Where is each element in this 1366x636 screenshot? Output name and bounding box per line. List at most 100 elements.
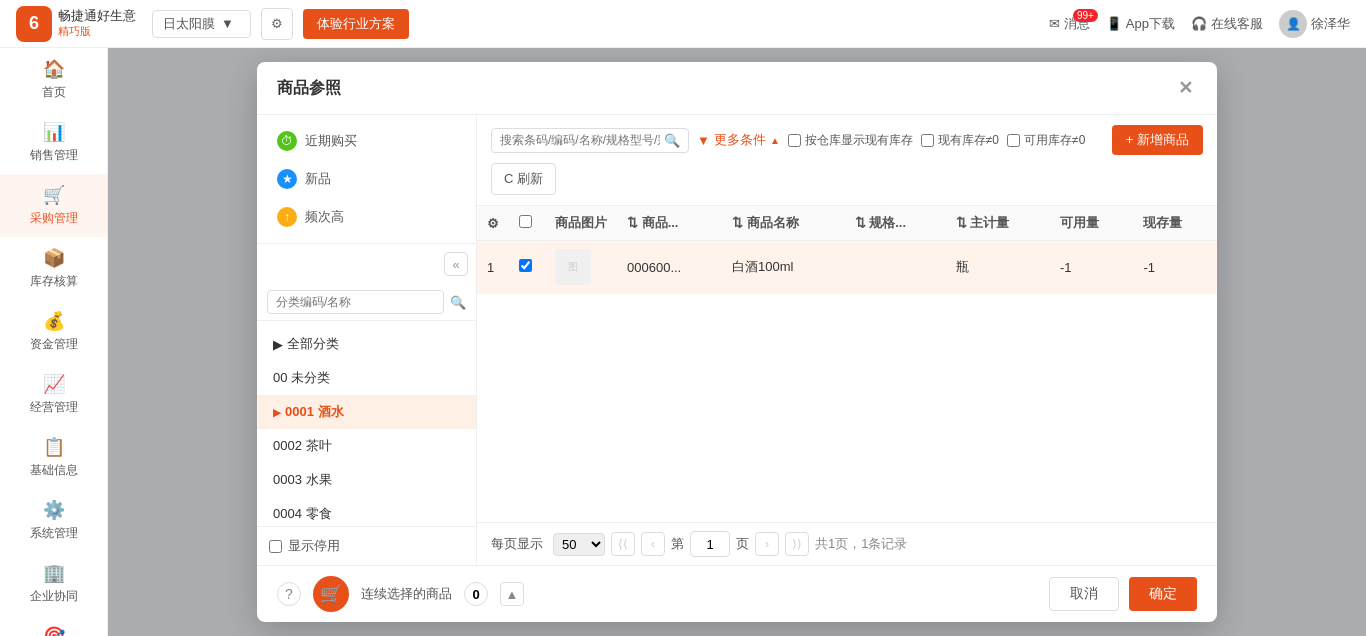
recent-purchase-filter[interactable]: ⏱ 近期购买 [269,125,464,157]
product-search-input[interactable] [500,133,660,147]
warehouse-checkbox[interactable] [788,134,801,147]
category-snacks[interactable]: 0004 零食 [257,497,476,526]
finance-icon: 💰 [43,310,65,332]
row-name: 白酒100ml [722,241,845,294]
category-uncategorized[interactable]: 00 未分类 [257,361,476,395]
page-size-select[interactable]: 20 50 100 [553,533,605,556]
product-table-wrapper: ⚙ 商品图片 [477,206,1217,522]
row-checkbox[interactable] [519,259,532,272]
app-download-button[interactable]: 📱 App下载 [1106,15,1175,33]
category-fruit[interactable]: 0003 水果 [257,463,476,497]
stock-nonzero-filter[interactable]: 现有库存≠0 [921,132,999,149]
logo-icon: 6 [16,6,52,42]
sidebar-item-basic-info[interactable]: 📋 基础信息 [0,426,107,489]
show-disabled-checkbox[interactable] [269,540,282,553]
frequent-filter[interactable]: ↑ 频次高 [269,201,464,233]
sort-icon: ⇅ [732,215,743,230]
category-all[interactable]: ▶ 全部分类 [257,327,476,361]
page-number-input[interactable] [690,531,730,557]
sidebar-item-finance[interactable]: 💰 资金管理 [0,300,107,363]
online-service-button[interactable]: 🎧 在线客服 [1191,15,1263,33]
row-available: -1 [1050,241,1134,294]
add-product-button[interactable]: + 新增商品 [1112,125,1203,155]
warehouse-filter[interactable]: 按仓库显示现有库存 [788,132,913,149]
row-stock: -1 [1133,241,1217,294]
category-search-section: 🔍 [257,284,476,321]
row-checkbox-cell [509,241,545,294]
freq-icon: ↑ [277,207,297,227]
product-table: ⚙ 商品图片 [477,206,1217,294]
th-code[interactable]: ⇅ 商品... [617,206,722,241]
category-search-input[interactable] [267,290,444,314]
available-nonzero-checkbox[interactable] [1007,134,1020,147]
table-settings-icon[interactable]: ⚙ [487,216,499,231]
refresh-button[interactable]: C 刷新 [491,163,556,195]
expand-selected-button[interactable]: ▲ [500,582,524,606]
sidebar-item-inventory[interactable]: 📦 库存核算 [0,237,107,300]
prev-page-button[interactable]: ‹ [641,532,665,556]
store-dropdown[interactable]: 日太阳膜 ▼ [152,10,251,38]
experience-button[interactable]: 体验行业方案 [303,9,409,39]
pagination-bar: 每页显示 20 50 100 ⟨⟨ ‹ 第 页 › [477,522,1217,565]
modal-left-panel: ⏱ 近期购买 ★ 新品 ↑ 频次高 « [257,115,477,565]
next-page-button[interactable]: › [755,532,779,556]
product-search-icon[interactable]: 🔍 [664,133,680,148]
confirm-button[interactable]: 确定 [1129,577,1197,611]
th-stock: 现存量 [1133,206,1217,241]
sort-icon: ⇅ [627,215,638,230]
select-all-checkbox[interactable] [519,215,532,228]
th-name[interactable]: ⇅ 商品名称 [722,206,845,241]
top-right-actions: ✉ 消息 99+ 📱 App下载 🎧 在线客服 👤 徐泽华 [1049,10,1350,38]
category-tea[interactable]: 0002 茶叶 [257,429,476,463]
quick-filters-section: ⏱ 近期购买 ★ 新品 ↑ 频次高 [257,115,476,244]
sidebar-item-enterprise[interactable]: 🏢 企业协同 [0,552,107,615]
chevron-up-icon: ▲ [770,135,780,146]
close-button[interactable]: ✕ [1173,76,1197,100]
sidebar-item-guide[interactable]: 🎯 新手引导 [0,615,107,636]
available-nonzero-filter[interactable]: 可用库存≠0 [1007,132,1085,149]
cancel-button[interactable]: 取消 [1049,577,1119,611]
more-filters-button[interactable]: ▼ 更多条件 ▲ [697,131,780,149]
basic-info-icon: 📋 [43,436,65,458]
help-button[interactable]: ? [277,582,301,606]
th-checkbox [509,206,545,241]
last-page-button[interactable]: ⟩⟩ [785,532,809,556]
logo-area: 6 畅捷通好生意 精巧版 [16,6,136,42]
stock-nonzero-checkbox[interactable] [921,134,934,147]
settings-icon[interactable]: ⚙ [261,8,293,40]
sidebar: 🏠 首页 📊 销售管理 🛒 采购管理 📦 库存核算 💰 资金管理 📈 经营管理 … [0,48,108,636]
main-layout: 🏠 首页 📊 销售管理 🛒 采购管理 📦 库存核算 💰 资金管理 📈 经营管理 … [0,48,1366,636]
show-disabled-label[interactable]: 显示停用 [269,537,464,555]
category-list: ▶ 全部分类 00 未分类 ▶ 0001 酒水 0002 茶 [257,321,476,526]
th-settings: ⚙ [477,206,509,241]
modal-right-panel: 🔍 ▼ 更多条件 ▲ 按仓库显示现有库存 [477,115,1217,565]
table-header-row: ⚙ 商品图片 [477,206,1217,241]
sales-icon: 📊 [43,121,65,143]
modal-overlay: 商品参照 ✕ ⏱ 近期购买 ★ 新品 [108,48,1366,636]
user-profile[interactable]: 👤 徐泽华 [1279,10,1350,38]
category-liquor[interactable]: ▶ 0001 酒水 [257,395,476,429]
headset-icon: 🎧 [1191,16,1207,31]
first-page-button[interactable]: ⟨⟨ [611,532,635,556]
sidebar-item-home[interactable]: 🏠 首页 [0,48,107,111]
sidebar-item-operations[interactable]: 📈 经营管理 [0,363,107,426]
row-code: 000600... [617,241,722,294]
category-search-icon[interactable]: 🔍 [450,295,466,310]
footer-action-buttons: 取消 确定 [1049,577,1197,611]
modal-footer: ? 🛒 连续选择的商品 0 ▲ 取消 确定 [257,565,1217,622]
inventory-icon: 📦 [43,247,65,269]
collapse-button[interactable]: « [444,252,468,276]
new-product-filter[interactable]: ★ 新品 [269,163,464,195]
cart-button[interactable]: 🛒 [313,576,349,612]
table-row[interactable]: 1 图 000600... 白酒100ml [477,241,1217,294]
row-unit: 瓶 [946,241,1050,294]
message-button[interactable]: ✉ 消息 99+ [1049,15,1090,33]
sidebar-item-purchase[interactable]: 🛒 采购管理 [0,174,107,237]
sidebar-item-system[interactable]: ⚙️ 系统管理 [0,489,107,552]
row-index: 1 [477,241,509,294]
th-unit[interactable]: ⇅ 主计量 [946,206,1050,241]
product-search-box: 🔍 [491,128,689,153]
th-spec[interactable]: ⇅ 规格... [845,206,946,241]
sidebar-item-sales[interactable]: 📊 销售管理 [0,111,107,174]
selected-label: 连续选择的商品 [361,585,452,603]
